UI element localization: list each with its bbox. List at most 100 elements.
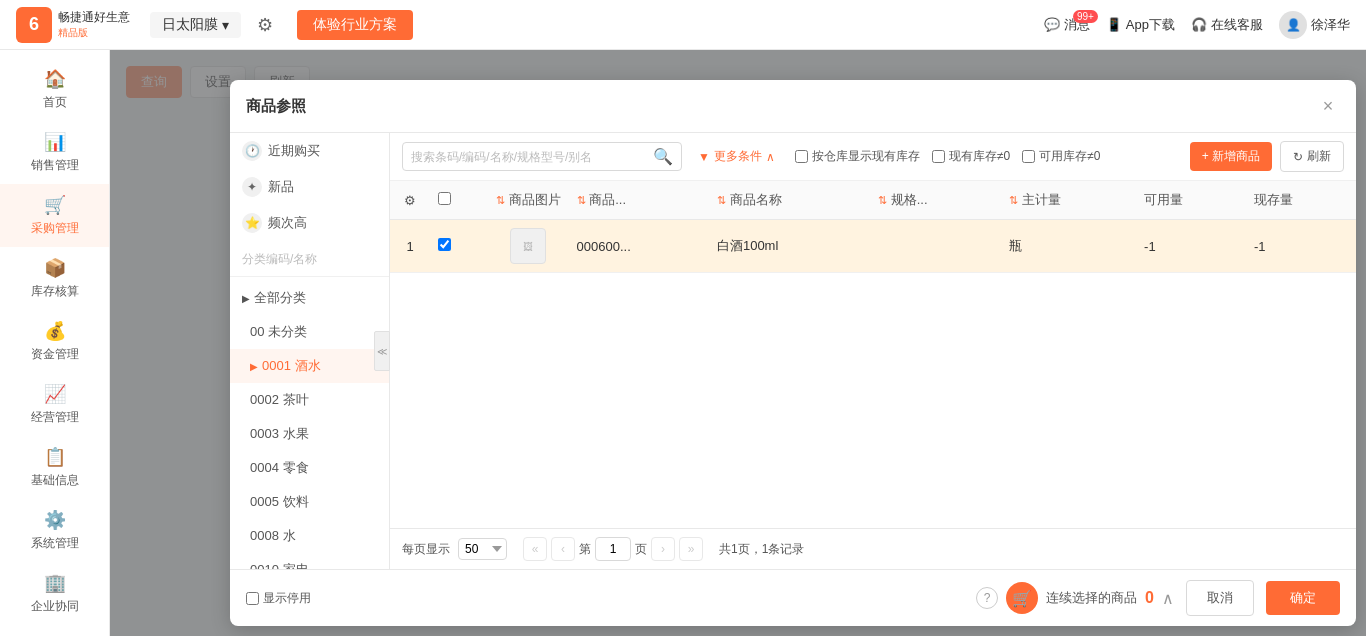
category-item-0001[interactable]: ▶ 0001 酒水: [230, 349, 389, 383]
available-stock-checkbox[interactable]: 可用库存≠0: [1022, 148, 1100, 165]
sidebar-item-purchase[interactable]: 🛒 采购管理: [0, 184, 109, 247]
category-item-00[interactable]: 00 未分类: [230, 315, 389, 349]
row-no: 1: [390, 220, 430, 273]
prev-page-button[interactable]: ‹: [551, 537, 575, 561]
category-search-input[interactable]: [242, 252, 392, 266]
category-item-0004[interactable]: 0004 零食: [230, 451, 389, 485]
row-checkbox-cell[interactable]: [430, 220, 488, 273]
category-item-0002[interactable]: 0002 茶叶: [230, 383, 389, 417]
modal-footer: 显示停用 ? 🛒 连续选择的商品 0 ∧ 取消 确定: [230, 569, 1356, 626]
footer-cart: ? 🛒 连续选择的商品 0 ∧: [976, 582, 1174, 614]
quick-links: 🕐 近期购买 ✦ 新品 ⭐ 频次高: [230, 133, 389, 241]
by-warehouse-checkbox[interactable]: 按仓库显示现有库存: [795, 148, 920, 165]
show-disabled-checkbox[interactable]: 显示停用: [246, 590, 311, 607]
modal-close-button[interactable]: ×: [1316, 94, 1340, 118]
add-product-button[interactable]: + 新增商品: [1190, 142, 1272, 171]
quick-link-new[interactable]: ✦ 新品: [230, 169, 389, 205]
disabled-checkbox-input[interactable]: [246, 592, 259, 605]
category-item-0003[interactable]: 0003 水果: [230, 417, 389, 451]
settings-icon[interactable]: ⚙: [249, 9, 281, 41]
more-filter-button[interactable]: ▼ 更多条件 ∧: [690, 144, 783, 169]
sidebar-item-inventory[interactable]: 📦 库存核算: [0, 247, 109, 310]
username: 徐泽华: [1311, 16, 1350, 34]
confirm-button[interactable]: 确定: [1266, 581, 1340, 615]
right-panel: 🔍 ▼ 更多条件 ∧ 按仓库显示现有库存: [390, 133, 1356, 569]
help-icon[interactable]: ?: [976, 587, 998, 609]
cart-collapse-icon[interactable]: ∧: [1162, 589, 1174, 608]
cart-icon: 🛒: [1006, 582, 1038, 614]
last-page-button[interactable]: »: [679, 537, 703, 561]
next-page-button[interactable]: ›: [651, 537, 675, 561]
quick-link-recent[interactable]: 🕐 近期购买: [230, 133, 389, 169]
sidebar-item-system[interactable]: ⚙️ 系统管理: [0, 499, 109, 562]
sidebar-item-basics[interactable]: 📋 基础信息: [0, 436, 109, 499]
sidebar-item-operation[interactable]: 📈 经营管理: [0, 373, 109, 436]
store-name: 日太阳膜: [162, 16, 218, 34]
spec-col-header[interactable]: ⇅ 规格...: [870, 181, 1001, 220]
per-page-select[interactable]: 50 100 200: [458, 538, 507, 560]
cancel-button[interactable]: 取消: [1186, 580, 1254, 616]
store-dropdown[interactable]: 日太阳膜 ▾: [150, 12, 241, 38]
sidebar-item-finance[interactable]: 💰 资金管理: [0, 310, 109, 373]
code-col-header[interactable]: ⇅ 商品...: [569, 181, 709, 220]
category-item-0008[interactable]: 0008 水: [230, 519, 389, 553]
logo-icon: 6: [16, 7, 52, 43]
left-panel: 🕐 近期购买 ✦ 新品 ⭐ 频次高 ≪: [230, 133, 390, 569]
product-search-input[interactable]: [411, 150, 649, 164]
filter-label: 更多条件: [714, 148, 762, 165]
name-sort-icon: ⇅: [717, 194, 726, 206]
sidebar-item-sales[interactable]: 📊 销售管理: [0, 121, 109, 184]
row-stock: -1: [1246, 220, 1356, 273]
has-stock-checkbox[interactable]: 现有库存≠0: [932, 148, 1010, 165]
table-header: ⚙ ⇅ 商品图片 ⇅ 商品...: [390, 181, 1356, 220]
sidebar-label-finance: 资金管理: [31, 346, 79, 363]
image-col-header[interactable]: ⇅ 商品图片: [488, 181, 569, 220]
brand-sub: 精品版: [58, 26, 130, 39]
user-profile[interactable]: 👤 徐泽华: [1279, 11, 1350, 39]
trial-button[interactable]: 体验行业方案: [297, 10, 413, 40]
category-label-0008: 0008 水: [250, 527, 296, 545]
table-row[interactable]: 1 🖼 000600... 白酒100ml: [390, 220, 1356, 273]
sidebar-label-sales: 销售管理: [31, 157, 79, 174]
content-area: 查询 设置 刷新 商品参照 × 🕐: [110, 50, 1366, 636]
headset-icon: 🎧: [1191, 17, 1207, 32]
message-item[interactable]: 💬 消息 99+: [1044, 16, 1090, 34]
brand-name: 畅捷通好生意: [58, 10, 130, 26]
row-unit: 瓶: [1001, 220, 1136, 273]
home-icon: 🏠: [44, 68, 66, 90]
category-item-all[interactable]: ▶ 全部分类: [230, 281, 389, 315]
finance-icon: 💰: [44, 320, 66, 342]
quick-link-frequent[interactable]: ⭐ 频次高: [230, 205, 389, 241]
filter-checkboxes: 按仓库显示现有库存 现有库存≠0 可用库存≠0: [795, 148, 1101, 165]
category-label-all: 全部分类: [254, 289, 306, 307]
refresh-icon: ↻: [1293, 150, 1303, 164]
name-col-header[interactable]: ⇅ 商品名称: [709, 181, 870, 220]
triangle-icon: ▶: [242, 293, 250, 304]
unit-col-header[interactable]: ⇅ 主计量: [1001, 181, 1136, 220]
collapse-left-panel-button[interactable]: ≪: [374, 331, 390, 371]
sidebar-label-home: 首页: [43, 94, 67, 111]
refresh-button[interactable]: ↻ 刷新: [1280, 141, 1344, 172]
settings-col-header[interactable]: ⚙: [390, 181, 430, 220]
quick-link-frequent-label: 频次高: [268, 214, 307, 232]
spec-sort-icon: ⇅: [878, 194, 887, 206]
search-icon[interactable]: 🔍: [653, 147, 673, 166]
category-item-0005[interactable]: 0005 饮料: [230, 485, 389, 519]
sidebar-item-enterprise[interactable]: 🏢 企业协同: [0, 562, 109, 625]
logo: 6 畅捷通好生意 精品版: [16, 7, 130, 43]
nav-right: 💬 消息 99+ 📱 App下载 🎧 在线客服 👤 徐泽华: [1044, 11, 1350, 39]
enterprise-icon: 🏢: [44, 572, 66, 594]
category-label-0001: 0001 酒水: [262, 357, 321, 375]
row-spec: [870, 220, 1001, 273]
first-page-button[interactable]: «: [523, 537, 547, 561]
sidebar-item-guide[interactable]: 🆕 新手引导: [0, 625, 109, 636]
page-number-input[interactable]: [595, 537, 631, 561]
checkbox-col-header: [430, 181, 488, 220]
service-item[interactable]: 🎧 在线客服: [1191, 16, 1263, 34]
category-item-0010[interactable]: 0010 家电: [230, 553, 389, 569]
avatar: 👤: [1279, 11, 1307, 39]
sidebar-item-home[interactable]: 🏠 首页: [0, 58, 109, 121]
app-download-item[interactable]: 📱 App下载: [1106, 16, 1175, 34]
row-checkbox[interactable]: [438, 238, 451, 251]
select-all-checkbox[interactable]: [438, 192, 451, 205]
